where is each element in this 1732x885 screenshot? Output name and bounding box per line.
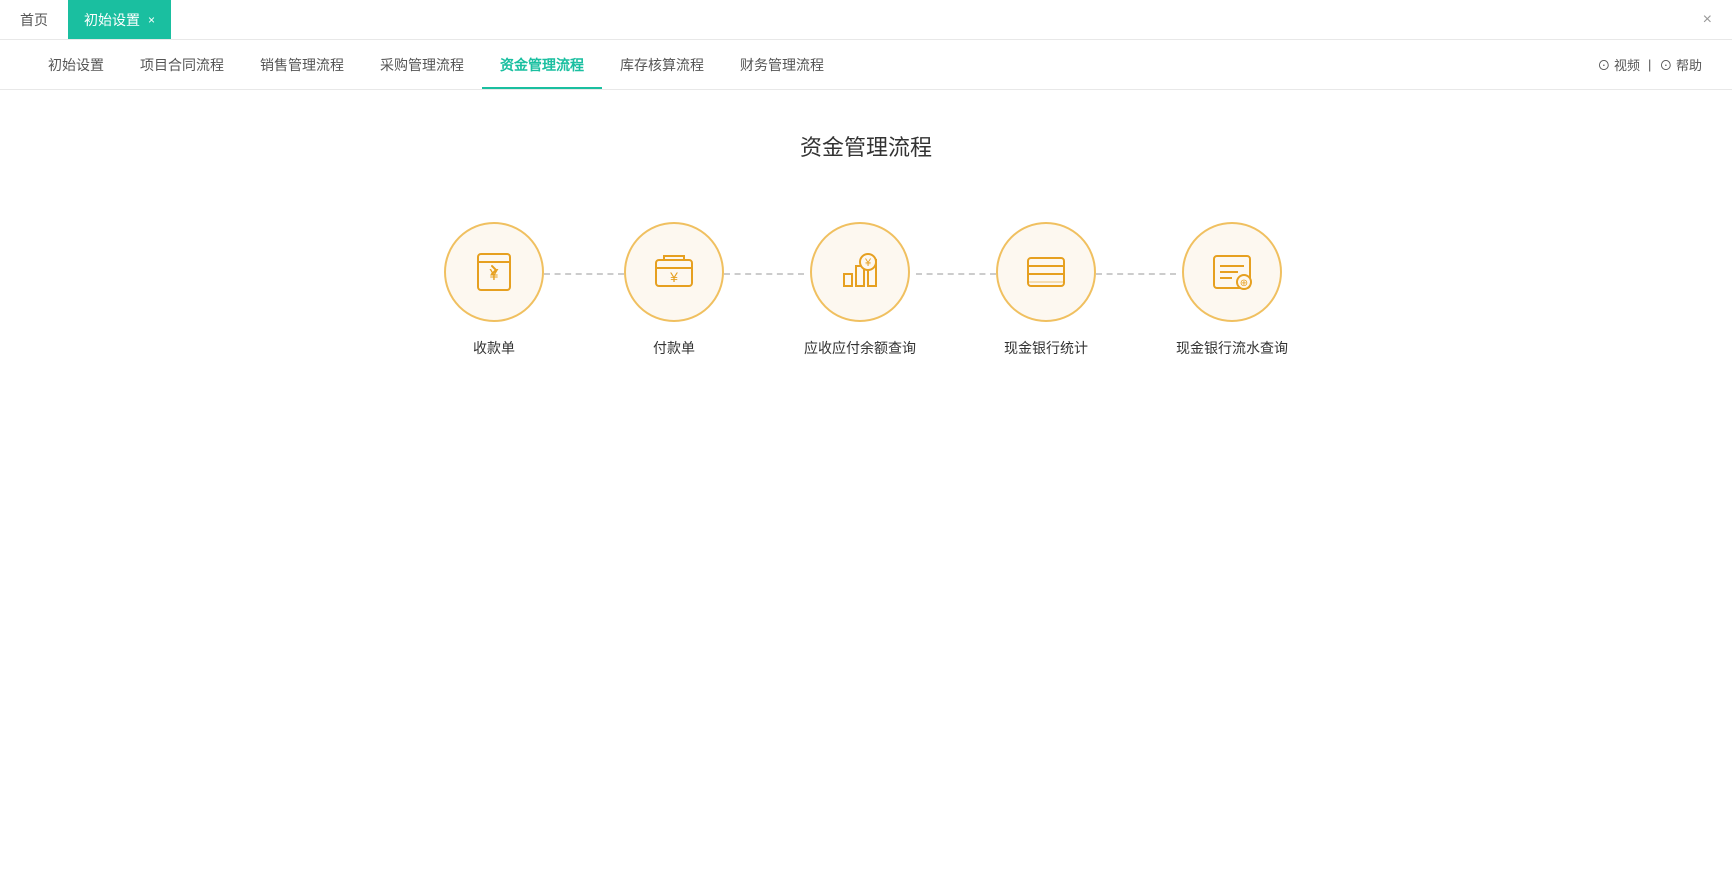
shoukuan-icon-circle: ¥ — [444, 222, 544, 322]
nav-item-xiangmu[interactable]: 项目合同流程 — [122, 40, 242, 89]
svg-text:¥: ¥ — [864, 257, 872, 269]
xianjin-label: 现金银行统计 — [1004, 338, 1088, 358]
flow-item-yingshou[interactable]: ¥ 应收应付余额查询 — [804, 222, 916, 358]
nav-item-chushishezhi[interactable]: 初始设置 — [30, 40, 122, 89]
liushui-label: 现金银行流水查询 — [1176, 338, 1288, 358]
liushui-icon: ⊕ — [1206, 246, 1258, 298]
page-title: 资金管理流程 — [800, 130, 932, 162]
flow-item-shoukuan[interactable]: ¥ 收款单 — [444, 222, 544, 358]
nav-right: ⊙ 视频 | ⊙ 帮助 — [1597, 55, 1702, 74]
flow-item-liushui[interactable]: ⊕ 现金银行流水查询 — [1176, 222, 1288, 358]
connector-1 — [544, 273, 624, 275]
connector-4 — [1096, 273, 1176, 275]
yingshou-icon: ¥ — [834, 246, 886, 298]
home-tab[interactable]: 首页 — [0, 0, 68, 39]
active-tab-label: 初始设置 — [84, 10, 140, 30]
active-tab[interactable]: 初始设置 × — [68, 0, 171, 39]
nav-item-kucun[interactable]: 库存核算流程 — [602, 40, 722, 89]
nav-item-zijin[interactable]: 资金管理流程 — [482, 40, 602, 89]
help-link[interactable]: ⊙ 帮助 — [1659, 55, 1702, 74]
nav-bar: 初始设置 项目合同流程 销售管理流程 采购管理流程 资金管理流程 库存核算流程 … — [0, 40, 1732, 90]
connector-2 — [724, 273, 804, 275]
svg-text:⊕: ⊕ — [1240, 278, 1248, 289]
svg-text:¥: ¥ — [489, 267, 499, 284]
shoukuan-label: 收款单 — [473, 338, 515, 358]
svg-text:¥: ¥ — [669, 269, 678, 285]
top-bar: 首页 初始设置 × × — [0, 0, 1732, 40]
nav-item-caiwu[interactable]: 财务管理流程 — [722, 40, 842, 89]
flow-item-xianjin[interactable]: 现金银行统计 — [996, 222, 1096, 358]
close-tab-button[interactable]: × — [148, 13, 155, 27]
nav-item-xiaoshou[interactable]: 销售管理流程 — [242, 40, 362, 89]
connector-3 — [916, 273, 996, 275]
xianjin-icon — [1020, 246, 1072, 298]
flow-item-fukuan[interactable]: ¥ 付款单 — [624, 222, 724, 358]
xianjin-icon-circle — [996, 222, 1096, 322]
yingshou-icon-circle: ¥ — [810, 222, 910, 322]
shoukuan-icon: ¥ — [468, 246, 520, 298]
top-bar-right: × — [1703, 11, 1732, 29]
flow-row: ¥ 收款单 ¥ 付款单 — [444, 222, 1288, 358]
fukuan-icon-circle: ¥ — [624, 222, 724, 322]
liushui-icon-circle: ⊕ — [1182, 222, 1282, 322]
close-window-button[interactable]: × — [1703, 11, 1712, 29]
yingshou-label: 应收应付余额查询 — [804, 338, 916, 358]
nav-item-caigou[interactable]: 采购管理流程 — [362, 40, 482, 89]
main-content: 资金管理流程 ¥ 收款单 ¥ — [0, 90, 1732, 398]
fukuan-label: 付款单 — [653, 338, 695, 358]
fukuan-icon: ¥ — [648, 246, 700, 298]
video-link[interactable]: ⊙ 视频 — [1597, 55, 1640, 74]
help-separator: | — [1648, 57, 1651, 72]
